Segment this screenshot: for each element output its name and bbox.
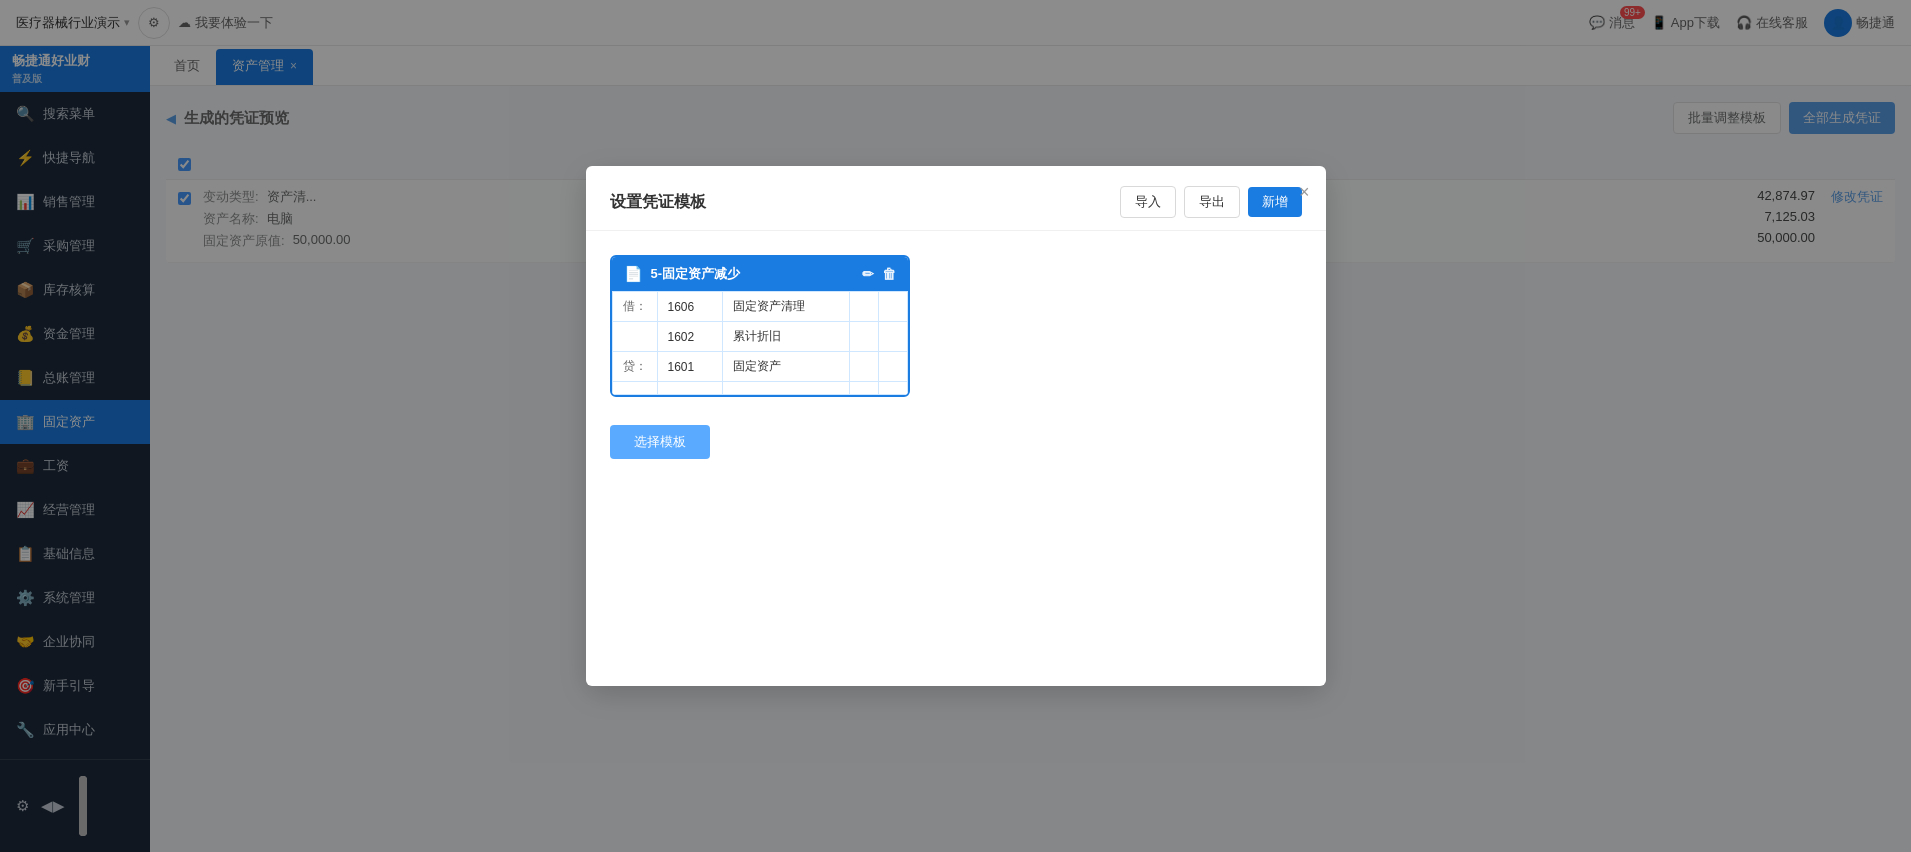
modal-title: 设置凭证模板 [610,192,706,213]
template-row-2: 1602 累计折旧 [612,322,907,352]
account-code-3: 1601 [657,352,722,382]
template-card: 📄 5-固定资产减少 ✏ 🗑 借： 1606 固定资产清理 [610,255,910,397]
modal-close-button[interactable]: × [1299,182,1310,203]
template-card-title: 5-固定资产减少 [651,265,741,283]
debit-amount-2 [850,322,879,352]
credit-label: 贷： [612,352,657,382]
template-card-actions: ✏ 🗑 [862,266,896,282]
account-name-1: 固定资产清理 [722,292,849,322]
credit-amount-3 [878,352,907,382]
modal-body: 📄 5-固定资产减少 ✏ 🗑 借： 1606 固定资产清理 [586,231,1326,686]
template-row-3: 贷： 1601 固定资产 [612,352,907,382]
account-code-1: 1606 [657,292,722,322]
account-code-2: 1602 [657,322,722,352]
delete-template-icon[interactable]: 🗑 [882,266,896,282]
template-card-header: 📄 5-固定资产减少 ✏ 🗑 [612,257,908,291]
debit-label: 借： [612,292,657,322]
import-button[interactable]: 导入 [1120,186,1176,218]
template-row-empty [612,382,907,395]
debit-amount-3 [850,352,879,382]
template-card-icon: 📄 [624,265,643,283]
modal-overlay: 设置凭证模板 导入 导出 新增 × 📄 5-固定资产减少 ✏ 🗑 [0,0,1911,852]
new-template-button[interactable]: 新增 [1248,187,1302,217]
edit-template-icon[interactable]: ✏ [862,266,874,282]
template-accounts-table: 借： 1606 固定资产清理 1602 累计折旧 [612,291,908,395]
template-row-1: 借： 1606 固定资产清理 [612,292,907,322]
credit-amount-1 [878,292,907,322]
credit-amount-2 [878,322,907,352]
export-button[interactable]: 导出 [1184,186,1240,218]
empty-label-2 [612,322,657,352]
modal-header-actions: 导入 导出 新增 [1120,186,1302,218]
voucher-template-modal: 设置凭证模板 导入 导出 新增 × 📄 5-固定资产减少 ✏ 🗑 [586,166,1326,686]
account-name-3: 固定资产 [722,352,849,382]
debit-amount-1 [850,292,879,322]
modal-header: 设置凭证模板 导入 导出 新增 × [586,166,1326,231]
account-name-2: 累计折旧 [722,322,849,352]
select-template-button[interactable]: 选择模板 [610,425,710,459]
